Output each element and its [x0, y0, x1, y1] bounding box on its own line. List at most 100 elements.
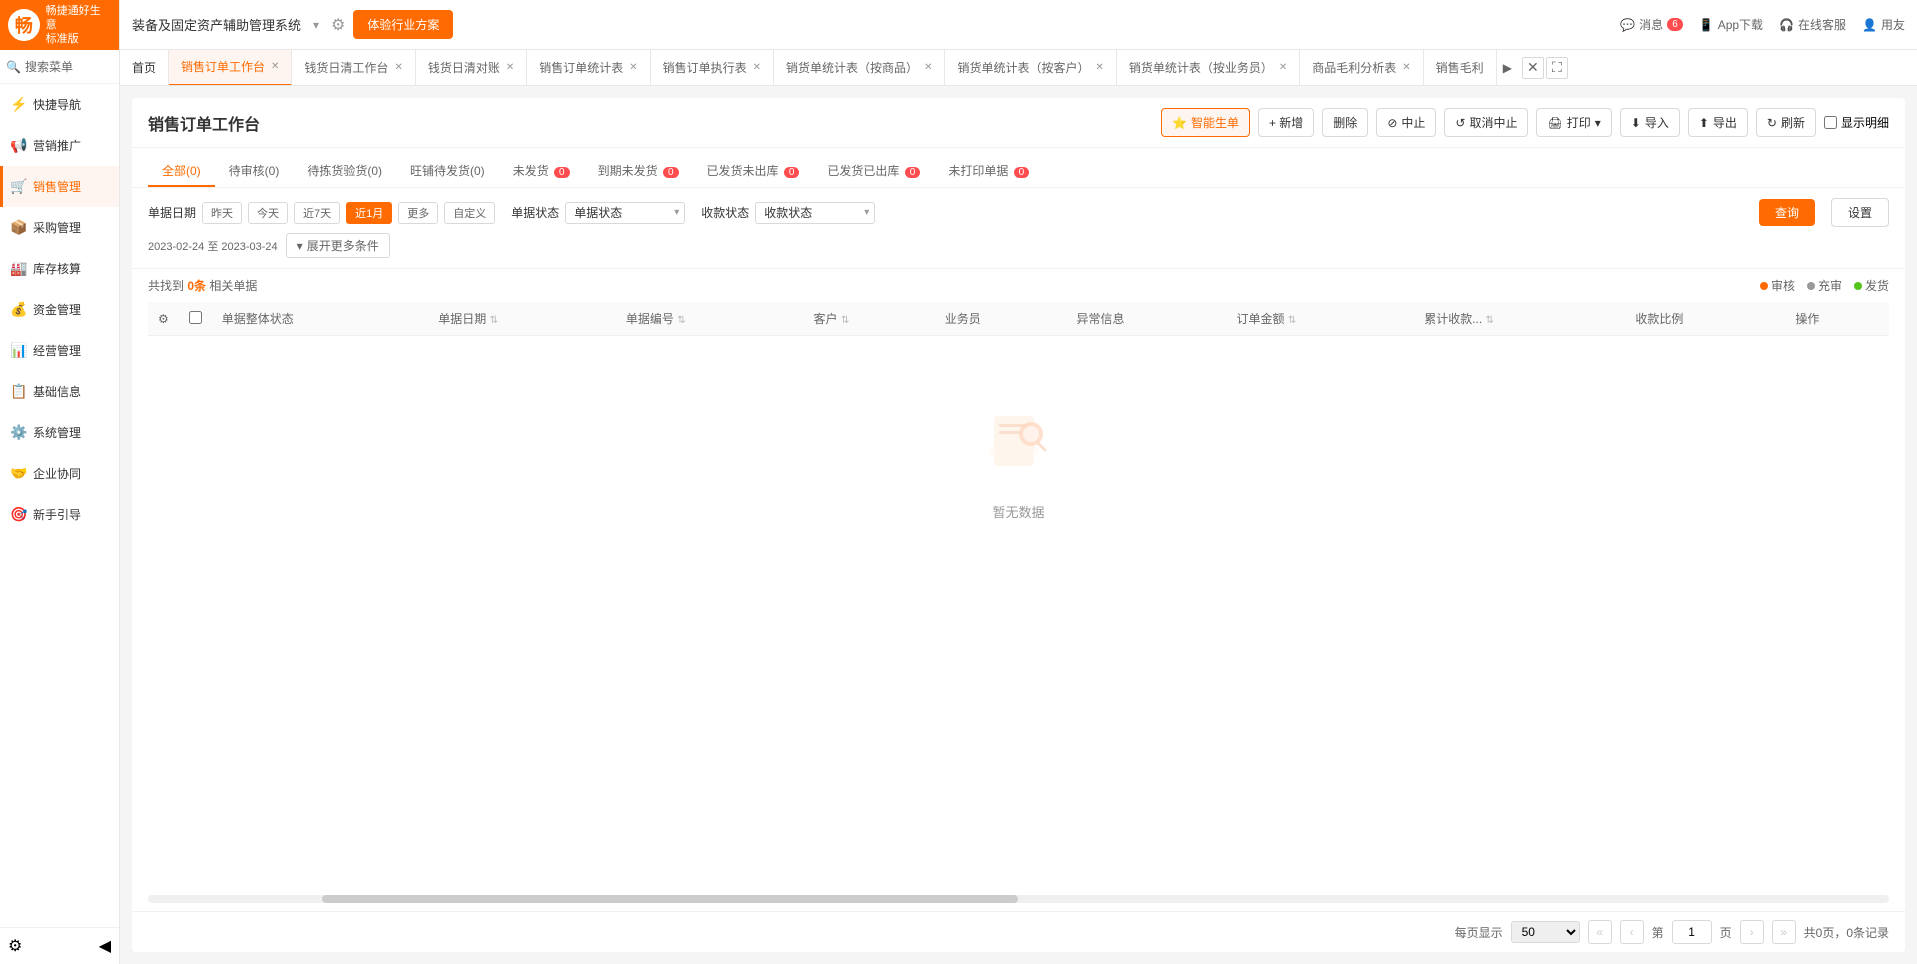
horizontal-scrollbar[interactable]	[148, 895, 1889, 903]
search-menu[interactable]: 🔍 搜索菜单	[0, 50, 119, 84]
col-number[interactable]: 单据编号 ⇅	[616, 302, 804, 336]
tab-close-gross-margin[interactable]: ✕	[1402, 62, 1410, 73]
tab-close-sales-stats[interactable]: ✕	[629, 62, 637, 73]
suspend-button[interactable]: ⊘ 中止	[1376, 108, 1436, 137]
show-detail-checkbox[interactable]	[1824, 116, 1837, 129]
import-button[interactable]: ⬇ 导入	[1620, 108, 1680, 137]
tab-close-sales-exec[interactable]: ✕	[753, 62, 761, 73]
industry-solution-button[interactable]: 体验行业方案	[353, 10, 453, 39]
first-page-button[interactable]: «	[1588, 920, 1612, 944]
sub-tab-wangpu-deliver[interactable]: 旺铺待发货(0)	[396, 156, 499, 187]
sidebar-item-inventory[interactable]: 🏭 库存核算	[0, 248, 119, 289]
select-all-checkbox[interactable]	[189, 311, 202, 324]
online-service-action[interactable]: 🎧 在线客服	[1779, 16, 1846, 33]
col-customer[interactable]: 客户 ⇅	[804, 302, 935, 336]
tab-cash-daily[interactable]: 钱货日清工作台 ✕	[292, 50, 415, 86]
sidebar-item-operations[interactable]: 📊 经营管理	[0, 330, 119, 371]
filter-row-2: 2023-02-24 至 2023-03-24 ▾ 展开更多条件	[148, 233, 1889, 258]
cancel-suspend-button[interactable]: ↺ 取消中止	[1444, 108, 1528, 137]
sub-tab-pending-inspection[interactable]: 待拣货验货(0)	[293, 156, 396, 187]
tab-cash-reconcile[interactable]: 钱货日清对账 ✕	[416, 50, 527, 86]
tab-sales-exec[interactable]: 销售订单执行表 ✕	[651, 50, 774, 86]
col-date[interactable]: 单据日期 ⇅	[428, 302, 616, 336]
sidebar-item-finance[interactable]: 💰 资金管理	[0, 289, 119, 330]
deliver-quick-action[interactable]: 发货	[1854, 277, 1889, 294]
print-button[interactable]: 🖨 打印 ▾	[1536, 108, 1611, 137]
tab-sales-summary-product[interactable]: 销货单统计表（按商品） ✕	[774, 50, 945, 86]
col-amount[interactable]: 订单金额 ⇅	[1227, 302, 1415, 336]
tab-unpin-button[interactable]: ✕	[1522, 57, 1544, 79]
tab-close-summary-product[interactable]: ✕	[924, 62, 932, 73]
delivered-out-badge: 0	[905, 167, 921, 178]
tabs-overflow-btn[interactable]: ▶	[1497, 61, 1518, 75]
smart-generate-button[interactable]: ⭐ 智能生单	[1161, 108, 1250, 137]
export-button[interactable]: ⬆ 导出	[1688, 108, 1748, 137]
settings-icon[interactable]: ⚙	[8, 936, 22, 956]
sub-tab-all[interactable]: 全部(0)	[148, 156, 215, 187]
date-btn-custom[interactable]: 自定义	[444, 202, 495, 224]
collapse-icon[interactable]: ◀	[99, 936, 111, 956]
sub-tab-not-printed[interactable]: 未打印单据 0	[934, 156, 1043, 187]
date-btn-7days[interactable]: 近7天	[294, 202, 340, 224]
show-detail-checkbox-label[interactable]: 显示明细	[1824, 114, 1889, 131]
query-button[interactable]: 查询	[1759, 199, 1815, 226]
col-collected[interactable]: 累计收款... ⇅	[1414, 302, 1625, 336]
audit-quick-action[interactable]: 审核	[1760, 277, 1795, 294]
tab-sales-stats[interactable]: 销售订单统计表 ✕	[527, 50, 650, 86]
topbar-title: 装备及固定资产辅助管理系统	[132, 15, 301, 34]
date-btn-1month[interactable]: 近1月	[346, 202, 392, 224]
next-page-button[interactable]: ›	[1740, 920, 1764, 944]
status-select[interactable]: 单据状态	[565, 202, 685, 224]
tab-sales-summary-staff[interactable]: 销货单统计表（按业务员） ✕	[1117, 50, 1300, 86]
tab-close-sales-workbench[interactable]: ✕	[271, 61, 279, 72]
tab-fullscreen-button[interactable]: ⛶	[1546, 57, 1568, 79]
sidebar-item-system[interactable]: ⚙️ 系统管理	[0, 412, 119, 453]
date-btn-yesterday[interactable]: 昨天	[202, 202, 242, 224]
pay-status-select[interactable]: 收款状态	[755, 202, 875, 224]
topbar-gear-icon[interactable]: ⚙	[331, 15, 345, 35]
tab-gross-margin[interactable]: 商品毛利分析表 ✕	[1300, 50, 1423, 86]
refresh-button[interactable]: ↻ 刷新	[1756, 108, 1816, 137]
sidebar-item-enterprise[interactable]: 🤝 企业协同	[0, 453, 119, 494]
scrollbar-thumb[interactable]	[322, 895, 1018, 903]
page-number-input[interactable]	[1672, 920, 1712, 944]
sub-tab-delivered-not-out[interactable]: 已发货未出库 0	[693, 156, 814, 187]
sidebar-bottom: ⚙ ◀	[0, 927, 119, 964]
page-size-select[interactable]: 50 20 100	[1511, 921, 1580, 943]
sidebar-item-basic[interactable]: 📋 基础信息	[0, 371, 119, 412]
sub-tab-pending-review[interactable]: 待审核(0)	[215, 156, 294, 187]
tab-close-cash-daily[interactable]: ✕	[394, 62, 402, 73]
date-btn-today[interactable]: 今天	[248, 202, 288, 224]
date-btn-more[interactable]: 更多	[398, 202, 438, 224]
refresh-icon: ↻	[1767, 116, 1777, 130]
sub-tab-overdue-not-delivered[interactable]: 到期未发货 0	[584, 156, 693, 187]
sidebar-item-guide[interactable]: 🎯 新手引导	[0, 494, 119, 535]
tab-sales-summary-customer[interactable]: 销货单统计表（按客户） ✕	[945, 50, 1116, 86]
add-button[interactable]: + 新增	[1258, 108, 1314, 137]
last-page-button[interactable]: »	[1772, 920, 1796, 944]
app-download-action[interactable]: 📱 App下载	[1699, 16, 1763, 33]
setting-button[interactable]: 设置	[1831, 198, 1889, 227]
col-operation: 操作	[1785, 302, 1889, 336]
expand-filter-button[interactable]: ▾ 展开更多条件	[286, 233, 390, 258]
topbar-dropdown-icon[interactable]: ▾	[313, 18, 319, 32]
user-action[interactable]: 👤 用友	[1862, 16, 1905, 33]
prev-page-button[interactable]: ‹	[1620, 920, 1644, 944]
tab-close-cash-reconcile[interactable]: ✕	[506, 62, 514, 73]
tabs-bar: 首页 销售订单工作台 ✕ 钱货日清工作台 ✕ 钱货日清对账 ✕ 销售订单统计表 …	[120, 50, 1917, 86]
sidebar-item-sales[interactable]: 🛒 销售管理	[0, 166, 119, 207]
tab-home[interactable]: 首页	[120, 50, 169, 86]
col-settings[interactable]: ⚙	[148, 302, 179, 336]
tab-close-summary-staff[interactable]: ✕	[1279, 62, 1287, 73]
message-action[interactable]: 💬 消息 6	[1620, 16, 1683, 33]
sidebar-item-purchase[interactable]: 📦 采购管理	[0, 207, 119, 248]
sidebar-item-marketing[interactable]: 📢 营销推广	[0, 125, 119, 166]
cancel-quick-action[interactable]: 充审	[1807, 277, 1842, 294]
tab-close-summary-customer[interactable]: ✕	[1095, 62, 1103, 73]
tab-sales-gross[interactable]: 销售毛利	[1424, 50, 1497, 86]
delete-button[interactable]: 删除	[1322, 108, 1368, 137]
sidebar-item-quick-nav[interactable]: ⚡ 快捷导航	[0, 84, 119, 125]
sub-tab-delivered-out[interactable]: 已发货已出库 0	[813, 156, 934, 187]
sub-tab-not-delivered[interactable]: 未发货 0	[499, 156, 584, 187]
tab-sales-workbench[interactable]: 销售订单工作台 ✕	[169, 50, 292, 86]
